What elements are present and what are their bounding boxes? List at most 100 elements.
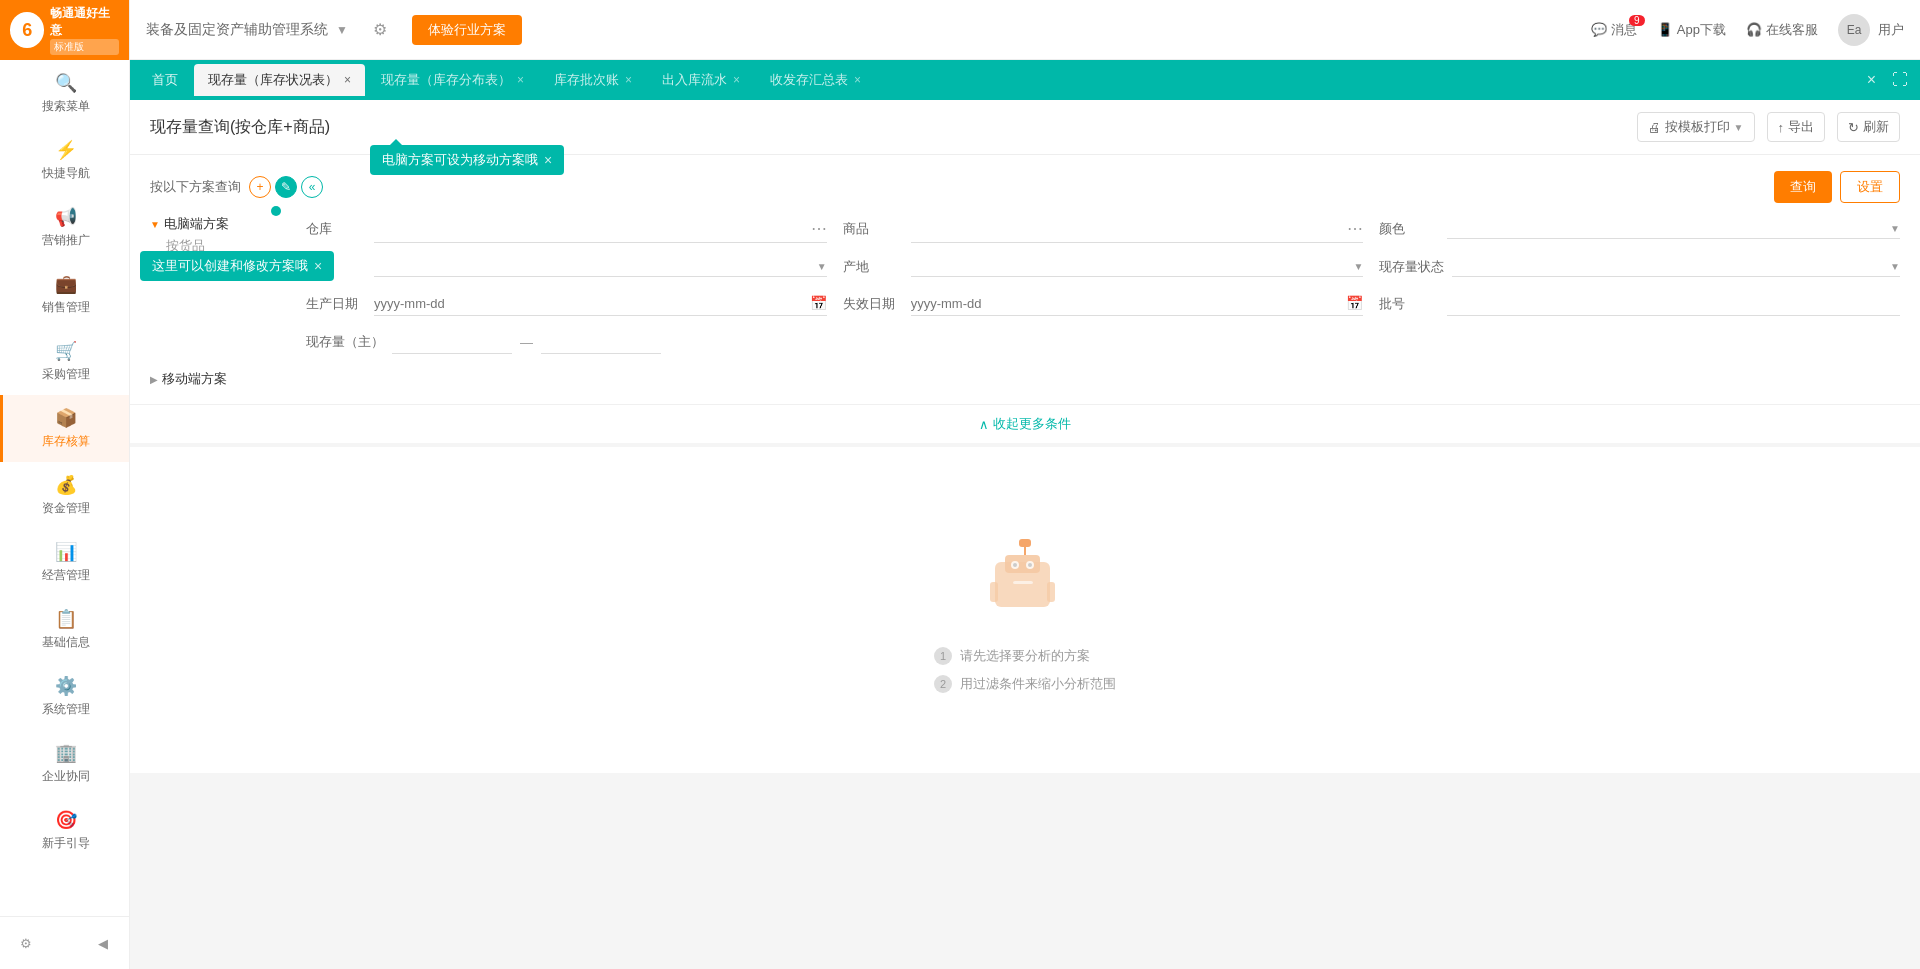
setting-button[interactable]: 设置 — [1840, 171, 1900, 203]
logo: 6 畅通通好生意 标准版 — [0, 0, 129, 60]
page-content: 现存量查询(按仓库+商品) 🖨 按模板打印 ▼ ↑ 导出 ↻ 刷新 — [130, 100, 1920, 969]
system-icon: ⚙️ — [55, 675, 77, 697]
filter-row-1: 仓库 ⋯ 商品 ⋯ — [306, 215, 1900, 243]
filter-row-3: 生产日期 📅 失效日期 📅 — [306, 291, 1900, 316]
online-support-item[interactable]: 🎧 在线客服 — [1746, 21, 1818, 39]
size-select[interactable]: ▼ — [374, 257, 827, 277]
online-support-label: 在线客服 — [1766, 21, 1818, 39]
dropdown-arrow-icon: ▼ — [336, 23, 348, 37]
search-button[interactable]: 查询 — [1774, 171, 1832, 203]
collapse-bar[interactable]: ∧ 收起更多条件 — [130, 404, 1920, 443]
stock-status-select[interactable]: ▼ — [1452, 257, 1900, 277]
product-input[interactable] — [911, 221, 1344, 236]
expand-arrow-icon: ▶ — [150, 374, 158, 385]
sidebar-item-marketing[interactable]: 📢 营销推广 — [0, 194, 129, 261]
sidebar-item-enterprise[interactable]: 🏢 企业协同 — [0, 730, 129, 797]
tooltip-close-2[interactable]: × — [314, 258, 322, 274]
page-title: 现存量查询(按仓库+商品) — [150, 117, 330, 138]
stock-status-label: 现存量状态 — [1379, 258, 1444, 276]
sidebar-item-purchase[interactable]: 🛒 采购管理 — [0, 328, 129, 395]
filter-fields: 仓库 ⋯ 商品 ⋯ — [306, 215, 1900, 354]
tab-in-out-flow[interactable]: 出入库流水 × — [648, 64, 754, 96]
tab-inventory-status[interactable]: 现存量（库存状况表） × — [194, 64, 365, 96]
export-icon: ↑ — [1778, 120, 1785, 135]
collapse-button[interactable]: ∧ 收起更多条件 — [979, 415, 1071, 433]
sidebar-item-finance[interactable]: 💰 资金管理 — [0, 462, 129, 529]
print-button[interactable]: 🖨 按模板打印 ▼ — [1637, 112, 1755, 142]
export-button[interactable]: ↑ 导出 — [1767, 112, 1826, 142]
settings-button[interactable]: ⚙ — [12, 929, 40, 957]
tab-collect-dispatch[interactable]: 收发存汇总表 × — [756, 64, 875, 96]
sidebar-item-basic[interactable]: 📋 基础信息 — [0, 596, 129, 663]
svg-rect-1 — [1005, 555, 1040, 573]
desktop-scheme-toggle[interactable]: ▼ 电脑端方案 — [150, 215, 270, 233]
tab-close-icon[interactable]: × — [517, 73, 524, 87]
sidebar-item-label: 库存核算 — [42, 433, 90, 450]
settings-icon-button[interactable]: ⚙ — [364, 14, 396, 46]
sidebar-item-operation[interactable]: 📊 经营管理 — [0, 529, 129, 596]
stock-main-to[interactable] — [541, 334, 709, 349]
sidebar-item-guide[interactable]: 🎯 新手引导 — [0, 797, 129, 864]
close-all-icon[interactable]: × — [1863, 67, 1880, 93]
batch-input[interactable] — [1447, 296, 1900, 311]
sidebar-item-search[interactable]: 🔍 搜索菜单 — [0, 60, 129, 127]
desktop-scheme-label: 电脑端方案 — [164, 215, 229, 233]
calendar-icon-2[interactable]: 📅 — [1346, 295, 1363, 311]
filter-origin: 产地 ▼ — [843, 257, 1364, 277]
fullscreen-icon[interactable]: ⛶ — [1888, 67, 1912, 93]
user-item[interactable]: Ea 用户 — [1838, 14, 1904, 46]
filter-batch: 批号 — [1379, 292, 1900, 316]
messages-item[interactable]: 💬 消息 9 — [1591, 21, 1637, 39]
sidebar-item-sales[interactable]: 💼 销售管理 — [0, 261, 129, 328]
finance-icon: 💰 — [55, 474, 77, 496]
app-download-item[interactable]: 📱 App下载 — [1657, 21, 1726, 39]
quick-icon: ⚡ — [55, 139, 77, 161]
color-label: 颜色 — [1379, 220, 1439, 238]
tab-inventory-dist[interactable]: 现存量（库存分布表） × — [367, 64, 538, 96]
svg-point-4 — [1013, 563, 1017, 567]
warehouse-more-icon[interactable]: ⋯ — [811, 219, 827, 238]
product-more-icon[interactable]: ⋯ — [1347, 219, 1363, 238]
collapse-sidebar-button[interactable]: ◀ — [89, 929, 117, 957]
sidebar-item-inventory[interactable]: 📦 库存核算 — [0, 395, 129, 462]
tab-close-icon[interactable]: × — [344, 73, 351, 87]
tooltip-close-1[interactable]: × — [544, 152, 552, 168]
tooltip-bubble-2: 这里可以创建和修改方案哦 × — [140, 251, 334, 281]
filter-stock-status: 现存量状态 ▼ — [1379, 257, 1900, 277]
sidebar-item-quick[interactable]: ⚡ 快捷导航 — [0, 127, 129, 194]
svg-rect-8 — [1019, 539, 1031, 547]
size-dropdown-icon: ▼ — [817, 261, 827, 272]
sidebar-bottom: ⚙ ◀ — [0, 916, 129, 969]
stock-status-dropdown-icon: ▼ — [1890, 261, 1900, 272]
mobile-scheme-toggle[interactable]: ▶ 移动端方案 — [150, 370, 1900, 388]
connector-dot — [271, 206, 281, 216]
sidebar-item-system[interactable]: ⚙️ 系统管理 — [0, 663, 129, 730]
logo-icon: 6 — [10, 12, 44, 48]
topbar: 装备及固定资产辅助管理系统 ▼ ⚙ 体验行业方案 💬 消息 9 📱 App下载 … — [130, 0, 1920, 60]
tabbar: 首页 现存量（库存状况表） × 现存量（库存分布表） × 库存批次账 × 出入库… — [130, 60, 1920, 100]
tab-close-icon[interactable]: × — [625, 73, 632, 87]
warehouse-input[interactable] — [374, 221, 807, 236]
refresh-button[interactable]: ↻ 刷新 — [1837, 112, 1900, 142]
stock-main-from[interactable] — [392, 334, 560, 349]
stock-main-range: — — [392, 330, 1900, 354]
header-actions: 🖨 按模板打印 ▼ ↑ 导出 ↻ 刷新 — [1637, 112, 1900, 142]
print-icon: 🖨 — [1648, 120, 1661, 135]
color-select[interactable]: ▼ — [1447, 219, 1900, 239]
arrow-left-button[interactable]: « — [301, 176, 323, 198]
production-date-input[interactable] — [374, 296, 810, 311]
add-scheme-button[interactable]: + — [249, 176, 271, 198]
tab-close-icon[interactable]: × — [733, 73, 740, 87]
calendar-icon-1[interactable]: 📅 — [810, 295, 827, 311]
tab-batch-account[interactable]: 库存批次账 × — [540, 64, 646, 96]
tab-home[interactable]: 首页 — [138, 65, 192, 95]
tab-close-icon[interactable]: × — [854, 73, 861, 87]
sidebar: 6 畅通通好生意 标准版 🔍 搜索菜单 ⚡ 快捷导航 📢 营销推广 💼 销售管理… — [0, 0, 130, 969]
industry-button[interactable]: 体验行业方案 — [412, 15, 522, 45]
edit-scheme-button[interactable]: ✎ — [275, 176, 297, 198]
support-icon: 🎧 — [1746, 22, 1762, 37]
origin-select[interactable]: ▼ — [911, 257, 1364, 277]
sidebar-item-label: 营销推广 — [42, 232, 90, 249]
expiry-date-input[interactable] — [911, 296, 1347, 311]
sidebar-item-label: 企业协同 — [42, 768, 90, 785]
